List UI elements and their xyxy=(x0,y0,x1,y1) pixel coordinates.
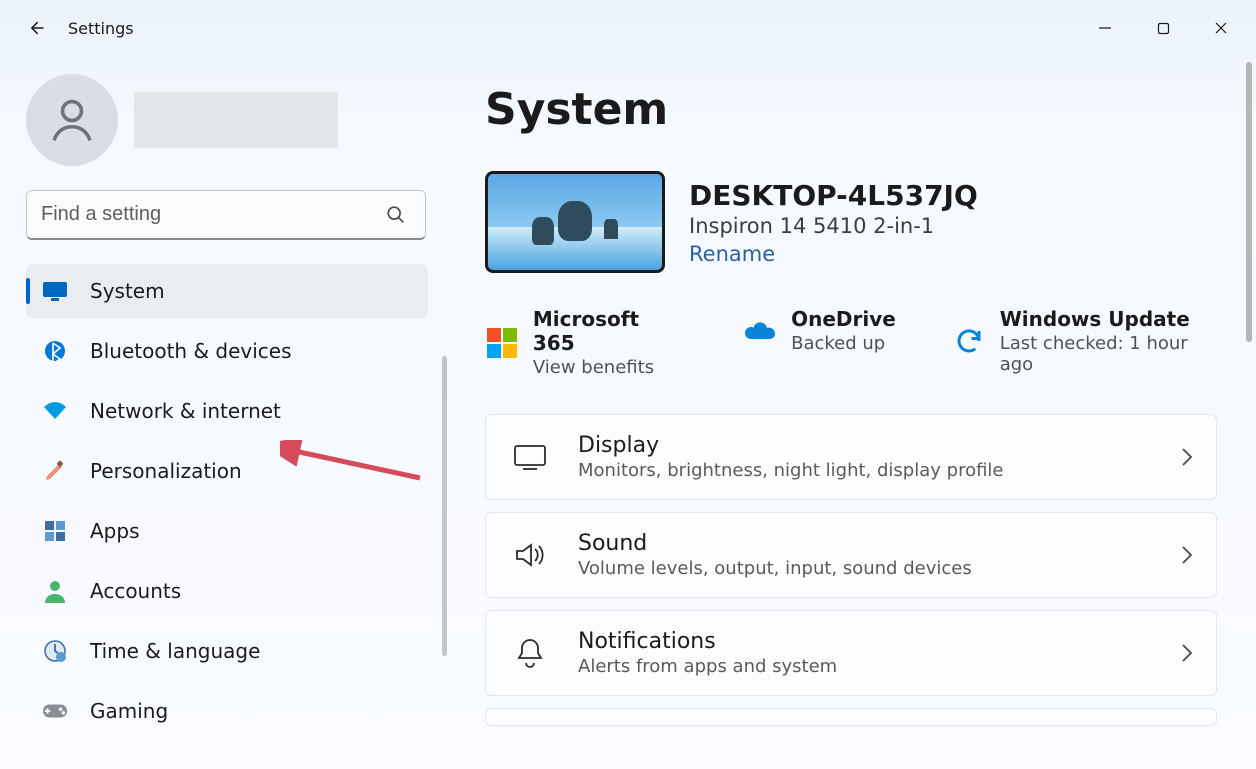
card-title: Display xyxy=(578,433,1004,458)
device-row: DESKTOP-4L537JQ Inspiron 14 5410 2-in-1 … xyxy=(485,171,1226,273)
status-windows-update[interactable]: Windows Update Last checked: 1 hour ago xyxy=(952,307,1226,375)
status-title: Microsoft 365 xyxy=(533,307,687,355)
card-subtitle: Monitors, brightness, night light, displ… xyxy=(578,460,1004,481)
status-title: Windows Update xyxy=(1000,307,1226,331)
sidebar-item-label: Apps xyxy=(90,519,140,543)
window-title: Settings xyxy=(68,19,134,38)
search-input[interactable] xyxy=(26,190,426,240)
sidebar-item-accounts[interactable]: Accounts xyxy=(26,564,428,618)
content: System DESKTOP-4L537JQ Inspiron 14 5410 … xyxy=(455,56,1256,769)
card-title: Sound xyxy=(578,531,972,556)
sidebar-scrollbar[interactable] xyxy=(442,356,447,656)
account-name-redacted xyxy=(134,92,338,148)
back-button[interactable] xyxy=(14,6,58,50)
sidebar-item-bluetooth-devices[interactable]: Bluetooth & devices xyxy=(26,324,428,378)
update-icon xyxy=(952,324,986,358)
monitor-icon xyxy=(42,278,68,304)
sidebar-item-label: Network & internet xyxy=(90,399,281,423)
sidebar-item-system[interactable]: System xyxy=(26,264,428,318)
chevron-right-icon xyxy=(1178,544,1194,566)
sidebar-item-label: Time & language xyxy=(90,639,260,663)
wifi-icon xyxy=(42,398,68,424)
clock-globe-icon xyxy=(42,638,68,664)
chevron-right-icon xyxy=(1178,446,1194,468)
account-block[interactable] xyxy=(26,74,455,166)
status-microsoft365[interactable]: Microsoft 365 View benefits xyxy=(485,307,687,378)
status-onedrive[interactable]: OneDrive Backed up xyxy=(743,307,896,354)
card-subtitle: Alerts from apps and system xyxy=(578,656,837,677)
sidebar-item-label: Personalization xyxy=(90,459,242,483)
content-scrollbar[interactable] xyxy=(1246,62,1252,342)
minimize-button[interactable] xyxy=(1076,6,1134,50)
onedrive-icon xyxy=(743,314,777,348)
bluetooth-icon xyxy=(42,338,68,364)
card-sound[interactable]: Sound Volume levels, output, input, soun… xyxy=(485,512,1217,598)
settings-cards: Display Monitors, brightness, night ligh… xyxy=(485,414,1226,726)
status-row: Microsoft 365 View benefits OneDrive Bac… xyxy=(485,307,1226,378)
microsoft365-logo-icon xyxy=(485,326,519,360)
page-title: System xyxy=(485,84,1226,135)
display-icon xyxy=(510,443,550,471)
bell-icon xyxy=(510,637,550,669)
sidebar-item-label: Bluetooth & devices xyxy=(90,339,292,363)
sidebar-item-label: Gaming xyxy=(90,699,168,723)
apps-icon xyxy=(42,518,68,544)
card-partial[interactable] xyxy=(485,708,1217,726)
device-model: Inspiron 14 5410 2-in-1 xyxy=(689,214,978,238)
paintbrush-icon xyxy=(42,458,68,484)
sidebar-item-network-internet[interactable]: Network & internet xyxy=(26,384,428,438)
card-title: Notifications xyxy=(578,629,837,654)
status-subtitle: Last checked: 1 hour ago xyxy=(1000,333,1226,375)
sound-icon xyxy=(510,541,550,569)
card-display[interactable]: Display Monitors, brightness, night ligh… xyxy=(485,414,1217,500)
sidebar-nav: System Bluetooth & devices Network & int… xyxy=(26,264,455,738)
sidebar-item-label: System xyxy=(90,279,165,303)
device-wallpaper-thumbnail[interactable] xyxy=(485,171,665,273)
avatar xyxy=(26,74,118,166)
sidebar-item-label: Accounts xyxy=(90,579,181,603)
sidebar-item-personalization[interactable]: Personalization xyxy=(26,444,428,498)
status-subtitle: View benefits xyxy=(533,357,687,378)
sidebar-item-gaming[interactable]: Gaming xyxy=(26,684,428,738)
sidebar-item-apps[interactable]: Apps xyxy=(26,504,428,558)
search-wrap xyxy=(26,190,429,240)
gamepad-icon xyxy=(42,698,68,724)
card-subtitle: Volume levels, output, input, sound devi… xyxy=(578,558,972,579)
rename-link[interactable]: Rename xyxy=(689,242,775,266)
device-name: DESKTOP-4L537JQ xyxy=(689,179,978,212)
sidebar-item-time-language[interactable]: Time & language xyxy=(26,624,428,678)
chevron-right-icon xyxy=(1178,642,1194,664)
close-button[interactable] xyxy=(1192,6,1250,50)
titlebar: Settings xyxy=(0,0,1256,56)
person-icon xyxy=(42,578,68,604)
card-notifications[interactable]: Notifications Alerts from apps and syste… xyxy=(485,610,1217,696)
status-title: OneDrive xyxy=(791,307,896,331)
status-subtitle: Backed up xyxy=(791,333,896,354)
sidebar: System Bluetooth & devices Network & int… xyxy=(0,56,455,769)
maximize-button[interactable] xyxy=(1134,6,1192,50)
